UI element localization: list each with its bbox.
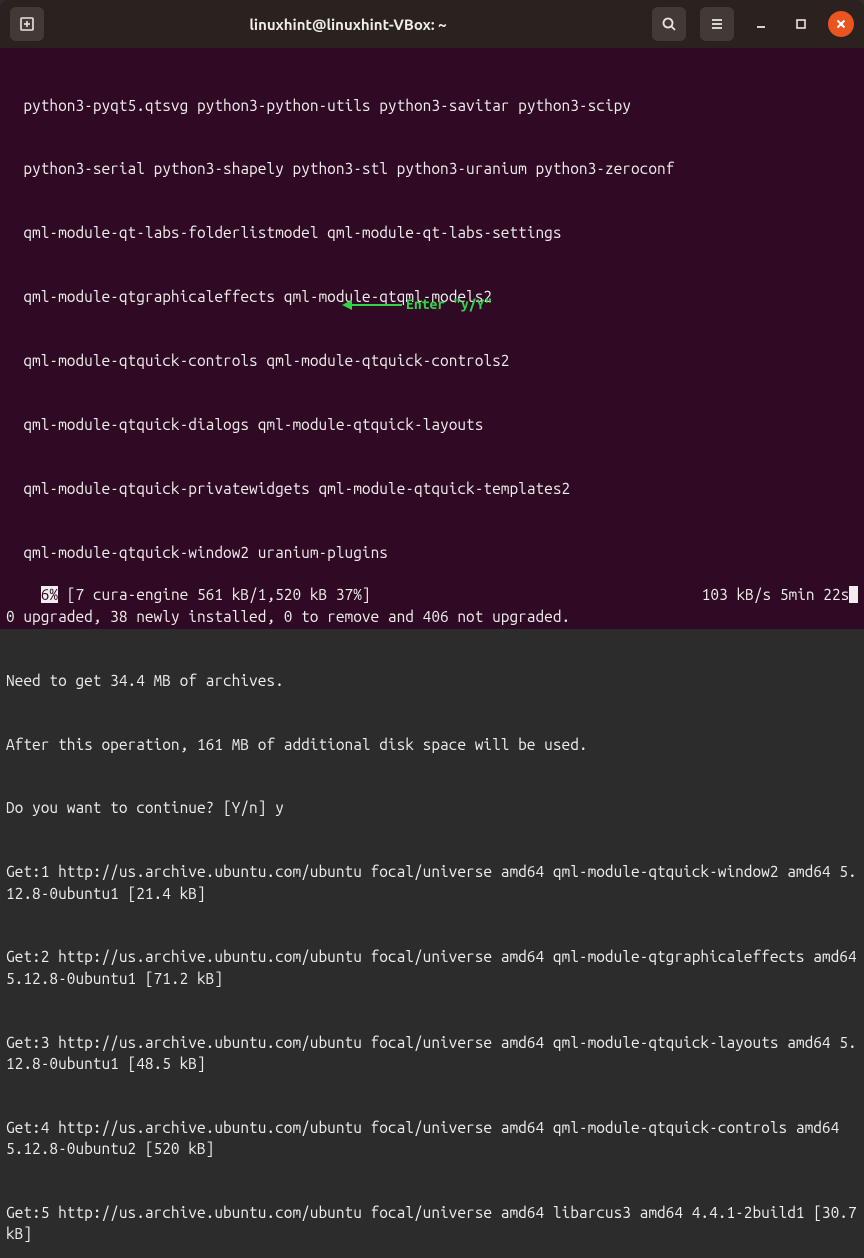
terminal-line: After this operation, 161 MB of addition… xyxy=(6,734,858,755)
new-tab-button[interactable] xyxy=(10,7,44,41)
arrow-icon xyxy=(350,304,402,306)
progress-detail: [7 cura-engine 561 kB/1,520 kB 37%] xyxy=(58,586,370,603)
terminal-line: Get:1 http://us.archive.ubuntu.com/ubunt… xyxy=(6,861,858,904)
terminal-output[interactable]: python3-pyqt5.qtsvg python3-python-utils… xyxy=(0,48,864,629)
maximize-button[interactable] xyxy=(788,11,814,37)
progress-percent: 6% xyxy=(41,586,58,603)
minimize-button[interactable] xyxy=(748,11,774,37)
terminal-line: Get:5 http://us.archive.ubuntu.com/ubunt… xyxy=(6,1202,858,1245)
progress-line: 6% [7 cura-engine 561 kB/1,520 kB 37%] 10… xyxy=(6,563,858,627)
terminal-line: Get:4 http://us.archive.ubuntu.com/ubunt… xyxy=(6,1117,858,1160)
annotation-text: Enter "y/Y" xyxy=(406,294,492,315)
progress-rate: 103 kB/s 5min 22s xyxy=(702,586,850,603)
close-button[interactable] xyxy=(828,11,854,37)
window-title: linuxhint@linuxhint-VBox: ~ xyxy=(44,16,652,33)
hamburger-menu-button[interactable] xyxy=(700,7,734,41)
terminal-line: qml-module-qt-labs-folderlistmodel qml-m… xyxy=(6,222,858,243)
titlebar: linuxhint@linuxhint-VBox: ~ xyxy=(0,0,864,48)
cursor-block xyxy=(849,586,858,603)
terminal-line: qml-module-qtquick-dialogs qml-module-qt… xyxy=(6,414,858,435)
annotation-overlay: Enter "y/Y" xyxy=(350,294,492,315)
terminal-line: Get:3 http://us.archive.ubuntu.com/ubunt… xyxy=(6,1032,858,1075)
terminal-line: qml-module-qtquick-window2 uranium-plugi… xyxy=(6,542,858,563)
terminal-line: python3-pyqt5.qtsvg python3-python-utils… xyxy=(6,95,858,116)
search-button[interactable] xyxy=(652,7,686,41)
terminal-line: python3-serial python3-shapely python3-s… xyxy=(6,158,858,179)
terminal-line: qml-module-qtquick-privatewidgets qml-mo… xyxy=(6,478,858,499)
terminal-line: Need to get 34.4 MB of archives. xyxy=(6,670,858,691)
terminal-line: qml-module-qtquick-controls qml-module-q… xyxy=(6,350,858,371)
terminal-line: Do you want to continue? [Y/n] y xyxy=(6,797,858,818)
terminal-line: Get:2 http://us.archive.ubuntu.com/ubunt… xyxy=(6,946,858,989)
